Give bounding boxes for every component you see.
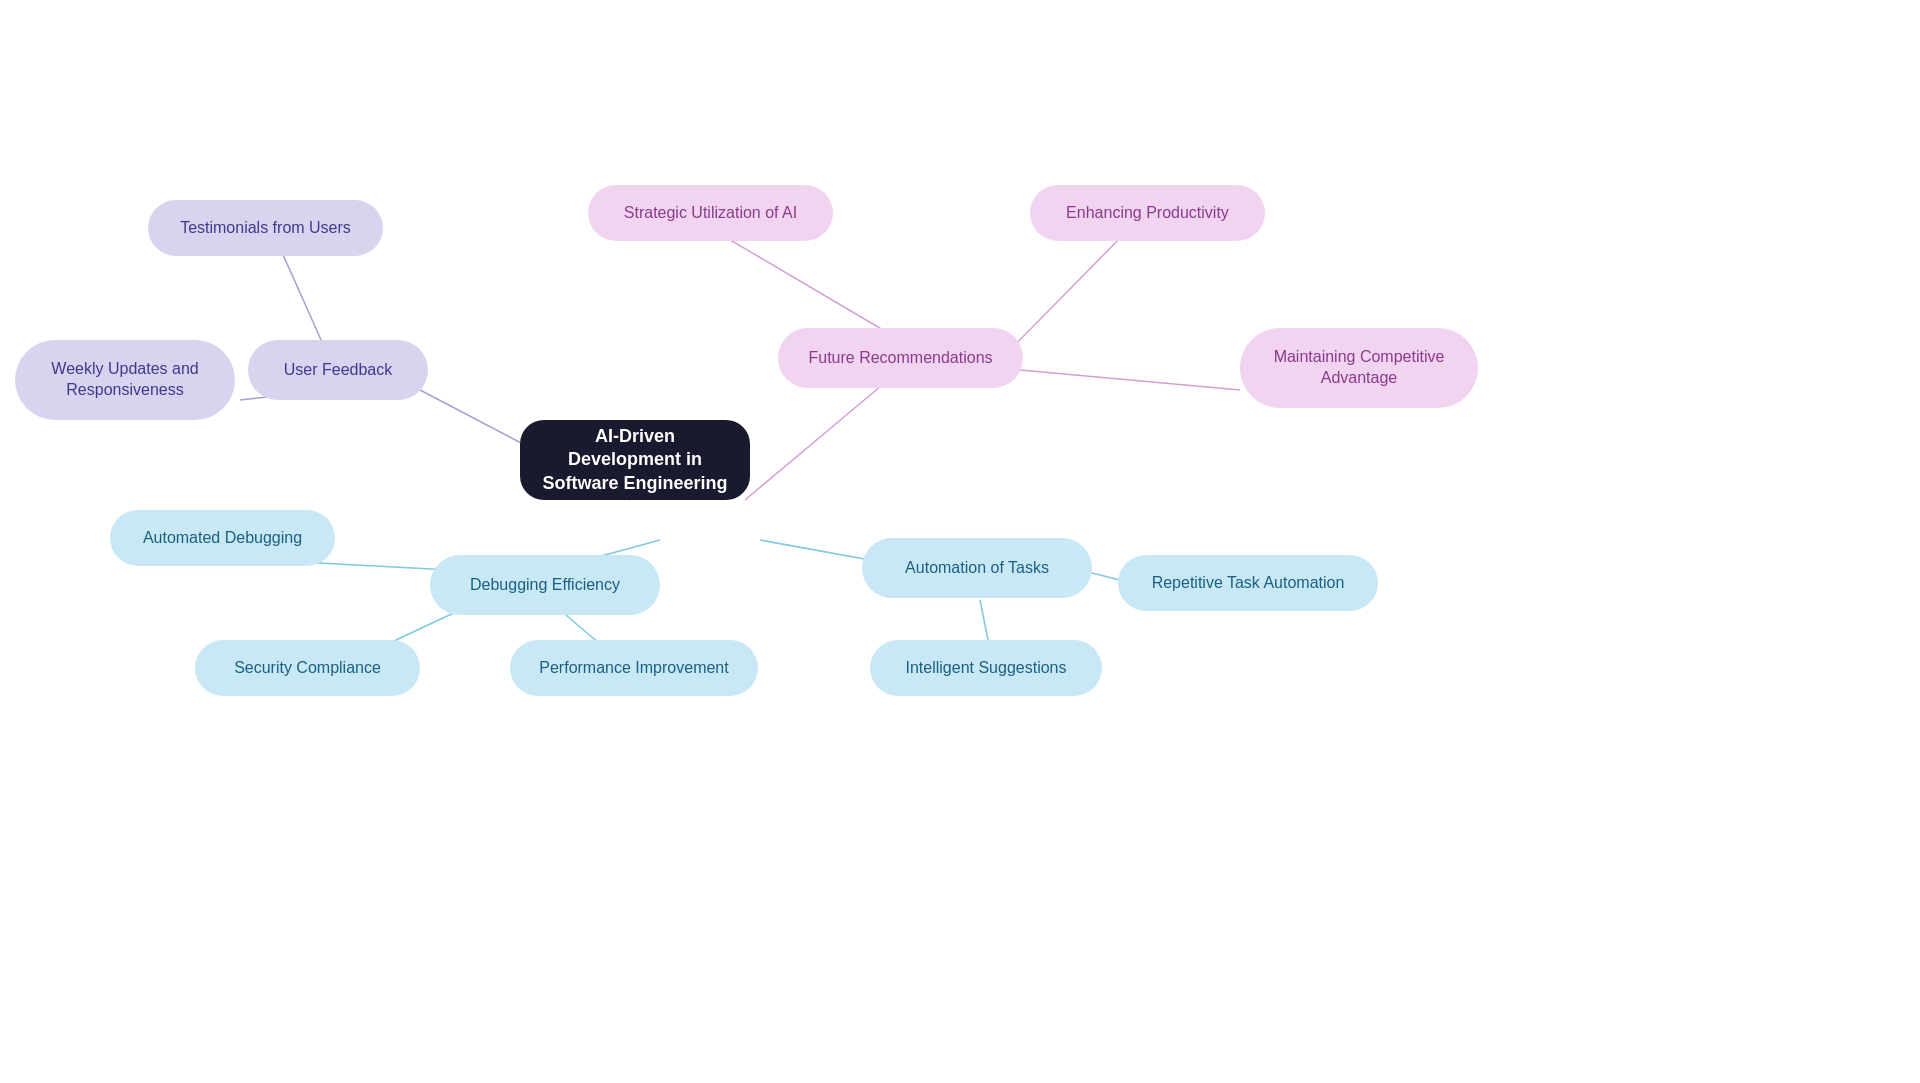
node-automated-debugging: Automated Debugging bbox=[110, 510, 335, 566]
node-automation-of-tasks-label: Automation of Tasks bbox=[905, 558, 1049, 579]
svg-line-8 bbox=[1020, 370, 1240, 390]
node-automation-of-tasks: Automation of Tasks bbox=[862, 538, 1092, 598]
node-future-recommendations: Future Recommendations bbox=[778, 328, 1023, 388]
center-label: AI-Driven Development in Software Engine… bbox=[542, 425, 728, 495]
node-maintaining-competitive: Maintaining Competitive Advantage bbox=[1240, 328, 1478, 408]
node-strategic-utilization-label: Strategic Utilization of AI bbox=[624, 203, 797, 224]
svg-line-7 bbox=[1000, 228, 1130, 360]
node-enhancing-productivity: Enhancing Productivity bbox=[1030, 185, 1265, 241]
node-security-compliance-label: Security Compliance bbox=[234, 658, 381, 679]
node-automated-debugging-label: Automated Debugging bbox=[143, 528, 302, 549]
node-user-feedback-label: User Feedback bbox=[284, 360, 393, 381]
node-user-feedback: User Feedback bbox=[248, 340, 428, 400]
svg-line-1 bbox=[745, 370, 900, 500]
svg-line-6 bbox=[710, 228, 900, 340]
node-performance-improvement-label: Performance Improvement bbox=[539, 658, 728, 679]
node-debugging-efficiency: Debugging Efficiency bbox=[430, 555, 660, 615]
node-security-compliance: Security Compliance bbox=[195, 640, 420, 696]
node-testimonials: Testimonials from Users bbox=[148, 200, 383, 256]
node-testimonials-label: Testimonials from Users bbox=[180, 218, 351, 239]
center-node: AI-Driven Development in Software Engine… bbox=[520, 420, 750, 500]
node-intelligent-suggestions-label: Intelligent Suggestions bbox=[906, 658, 1067, 679]
node-weekly-updates-label: Weekly Updates and Responsiveness bbox=[51, 359, 198, 401]
node-future-recommendations-label: Future Recommendations bbox=[808, 348, 992, 369]
node-performance-improvement: Performance Improvement bbox=[510, 640, 758, 696]
node-enhancing-productivity-label: Enhancing Productivity bbox=[1066, 203, 1229, 224]
node-repetitive-task-automation-label: Repetitive Task Automation bbox=[1152, 573, 1345, 594]
node-maintaining-competitive-label: Maintaining Competitive Advantage bbox=[1274, 347, 1445, 389]
node-strategic-utilization: Strategic Utilization of AI bbox=[588, 185, 833, 241]
node-weekly-updates: Weekly Updates and Responsiveness bbox=[15, 340, 235, 420]
node-intelligent-suggestions: Intelligent Suggestions bbox=[870, 640, 1102, 696]
node-repetitive-task-automation: Repetitive Task Automation bbox=[1118, 555, 1378, 611]
node-debugging-efficiency-label: Debugging Efficiency bbox=[470, 575, 620, 596]
